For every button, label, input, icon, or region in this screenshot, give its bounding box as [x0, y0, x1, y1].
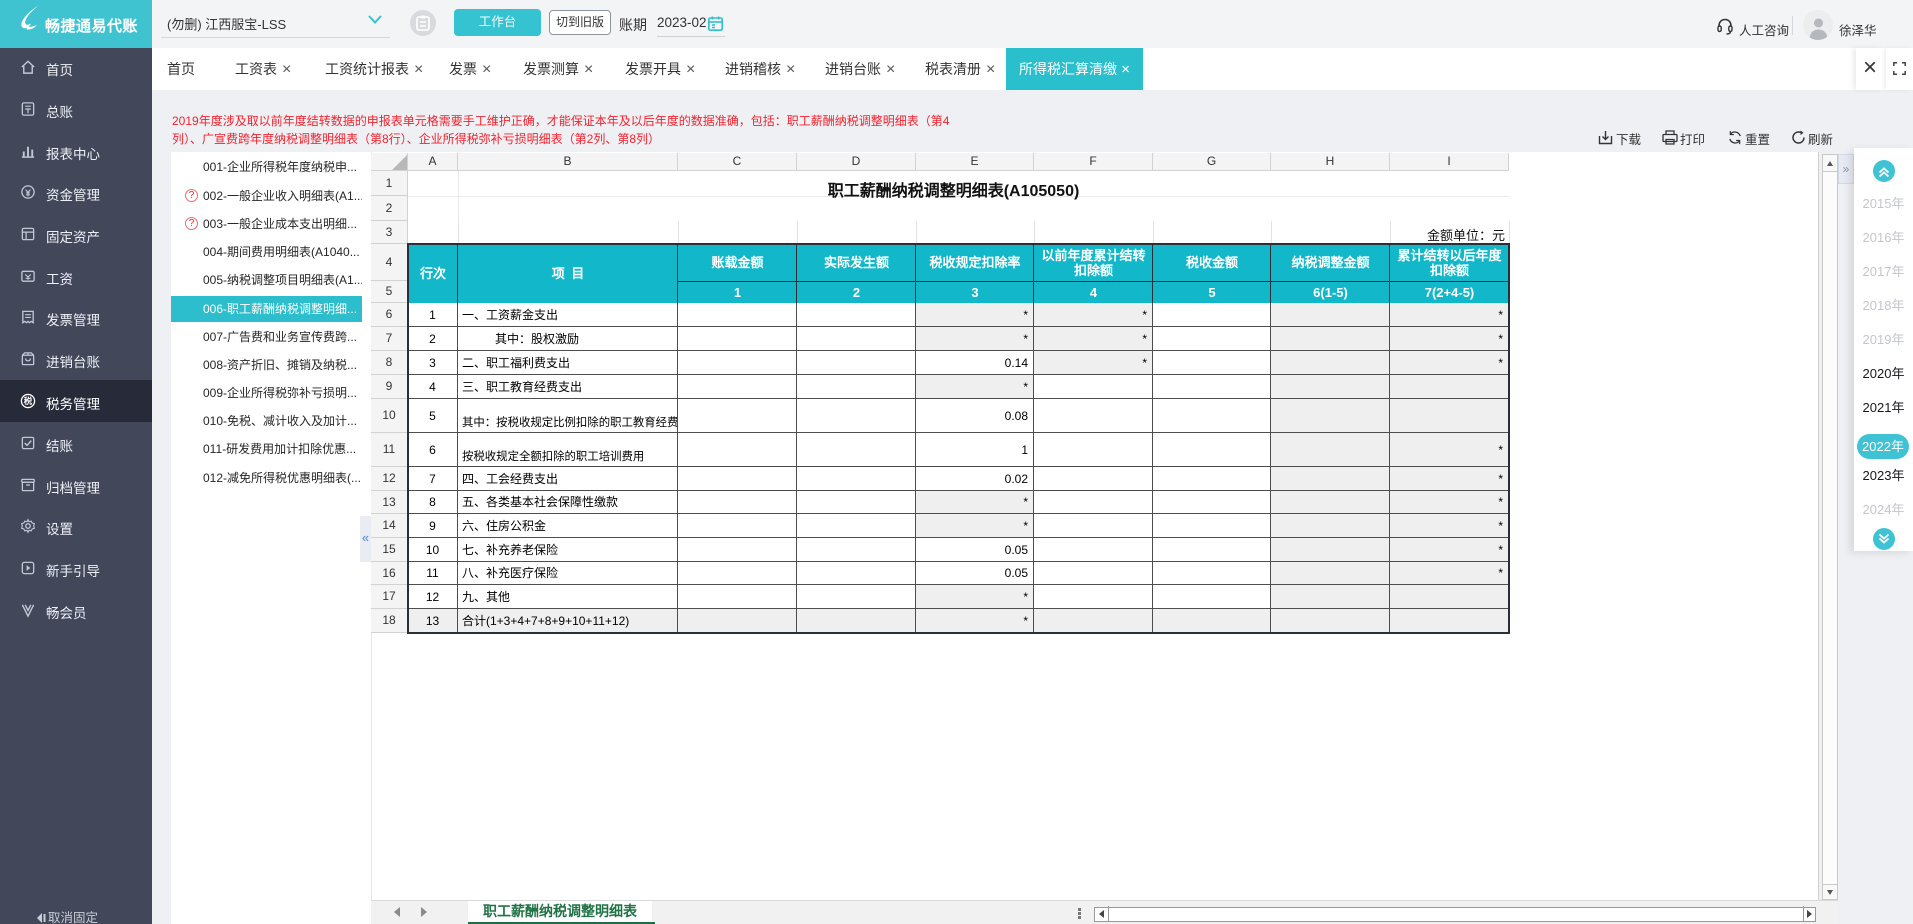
svg-text:税: 税: [24, 396, 33, 406]
